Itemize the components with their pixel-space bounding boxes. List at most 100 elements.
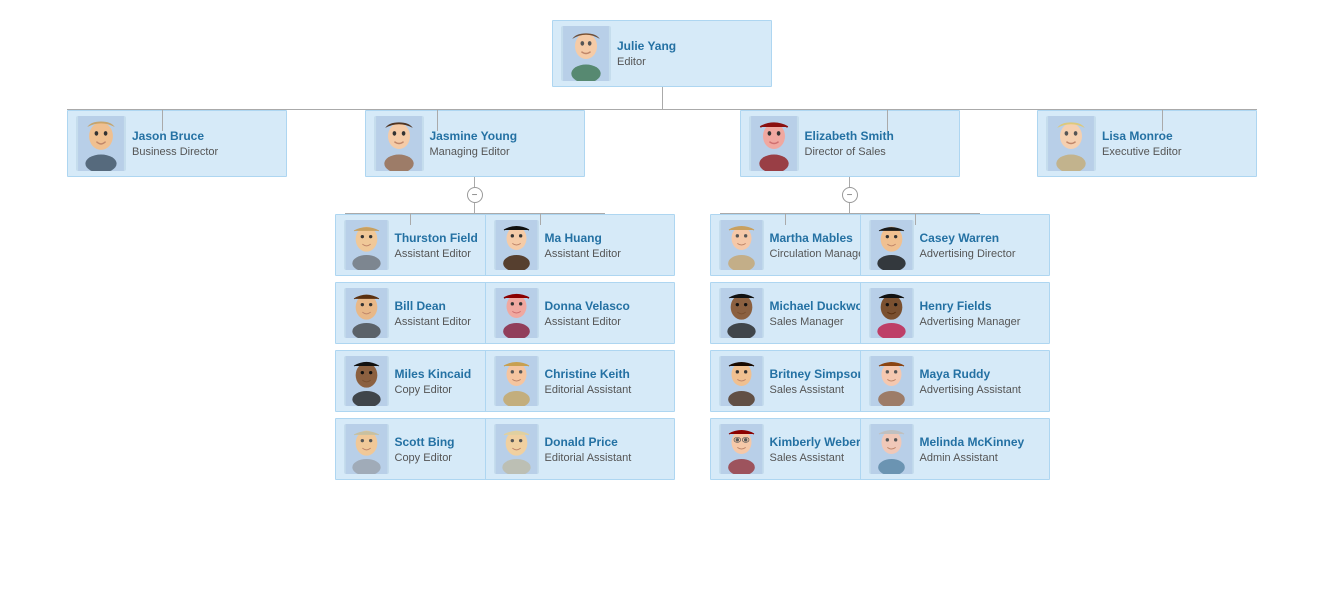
avatar-miles <box>344 356 389 406</box>
avatar-mahuang <box>494 220 539 270</box>
card-donald: Donald Price Editorial Assistant <box>485 418 675 480</box>
henry-face <box>869 288 914 338</box>
maya-name: Maya Ruddy <box>920 367 1022 381</box>
l1-hline <box>67 109 1257 110</box>
jason-name: Jason Bruce <box>132 129 218 143</box>
casey-name: Casey Warren <box>920 231 1016 245</box>
branch-jasmine: Jasmine Young Managing Editor − <box>287 110 662 480</box>
mahuang-info: Ma Huang Assistant Editor <box>545 231 621 260</box>
jasmine-col1: Thurston Field Assistant Editor <box>335 214 465 480</box>
bill-name: Bill Dean <box>395 299 471 313</box>
henry-title: Advertising Manager <box>920 316 1021 328</box>
donna-face <box>494 288 539 338</box>
avatar-scott <box>344 424 389 474</box>
l1-drop-1 <box>162 109 163 131</box>
maya-info: Maya Ruddy Advertising Assistant <box>920 367 1022 396</box>
l1-drop-2 <box>437 109 438 131</box>
miles-name: Miles Kincaid <box>395 367 472 381</box>
mahuang-title: Assistant Editor <box>545 248 621 260</box>
lisa-info: Lisa Monroe Executive Editor <box>1102 129 1181 158</box>
donna-name: Donna Velasco <box>545 299 630 313</box>
elizabeth-children: Martha Mables Circulation Manager <box>710 214 990 480</box>
miles-face <box>344 356 389 406</box>
card-maya: Maya Ruddy Advertising Assistant <box>860 350 1050 412</box>
card-elizabeth: Elizabeth Smith Director of Sales <box>740 110 960 177</box>
michael-face <box>719 288 764 338</box>
casey-face <box>869 220 914 270</box>
elizabeth-collapse[interactable]: − <box>842 187 858 203</box>
jasmine-vline1 <box>474 177 475 187</box>
avatar-jason <box>76 116 126 171</box>
scott-name: Scott Bing <box>395 435 455 449</box>
bill-title: Assistant Editor <box>395 316 471 328</box>
root-info: Julie Yang Editor <box>617 39 676 68</box>
scott-info: Scott Bing Copy Editor <box>395 435 455 464</box>
britney-face <box>719 356 764 406</box>
martha-name: Martha Mables <box>770 231 868 245</box>
jasmine-info: Jasmine Young Managing Editor <box>430 129 518 158</box>
mahuang-face <box>494 220 539 270</box>
bill-face <box>344 288 389 338</box>
kimberly-title: Sales Assistant <box>770 452 861 464</box>
avatar-elizabeth <box>749 116 799 171</box>
jasmine-name: Jasmine Young <box>430 129 518 143</box>
casey-info: Casey Warren Advertising Director <box>920 231 1016 260</box>
jasmine-vline2 <box>474 203 475 213</box>
miles-title: Copy Editor <box>395 384 472 396</box>
avatar-kimberly <box>719 424 764 474</box>
bill-info: Bill Dean Assistant Editor <box>395 299 471 328</box>
card-jason: Jason Bruce Business Director <box>67 110 287 177</box>
jasmine-hline <box>345 213 605 214</box>
avatar-henry <box>869 288 914 338</box>
jasmine-drop1 <box>410 213 411 225</box>
kimberly-name: Kimberly Weber <box>770 435 861 449</box>
henry-info: Henry Fields Advertising Manager <box>920 299 1021 328</box>
root-title: Editor <box>617 56 676 68</box>
jasmine-collapse[interactable]: − <box>467 187 483 203</box>
donald-info: Donald Price Editorial Assistant <box>545 435 632 464</box>
christine-name: Christine Keith <box>545 367 632 381</box>
britney-title: Sales Assistant <box>770 384 865 396</box>
avatar-donald <box>494 424 539 474</box>
avatar-martha <box>719 220 764 270</box>
jasmine-face <box>374 116 424 171</box>
card-casey: Casey Warren Advertising Director <box>860 214 1050 276</box>
jason-face <box>76 116 126 171</box>
avatar-casey <box>869 220 914 270</box>
avatar-maya <box>869 356 914 406</box>
elizabeth-col2: Casey Warren Advertising Director <box>860 214 990 480</box>
scott-face <box>344 424 389 474</box>
card-lisa: Lisa Monroe Executive Editor <box>1037 110 1257 177</box>
root-name: Julie Yang <box>617 39 676 53</box>
l1-drop-4 <box>1162 109 1163 131</box>
avatar-bill <box>344 288 389 338</box>
avatar-melinda <box>869 424 914 474</box>
root-card: Julie Yang Editor <box>552 20 772 87</box>
avatar-thurston <box>344 220 389 270</box>
avatar-britney <box>719 356 764 406</box>
thurston-face <box>344 220 389 270</box>
jason-info: Jason Bruce Business Director <box>132 129 218 158</box>
kimberly-face <box>719 424 764 474</box>
jasmine-drop2 <box>540 213 541 225</box>
l1-row: Jason Bruce Business Director <box>67 110 1257 480</box>
jasmine-col2: Ma Huang Assistant Editor <box>485 214 615 480</box>
elizabeth-drop2 <box>915 213 916 225</box>
donna-title: Assistant Editor <box>545 316 630 328</box>
henry-name: Henry Fields <box>920 299 1021 313</box>
card-donna: Donna Velasco Assistant Editor <box>485 282 675 344</box>
branch-lisa: Lisa Monroe Executive Editor <box>1037 110 1257 177</box>
christine-face <box>494 356 539 406</box>
donald-name: Donald Price <box>545 435 632 449</box>
elizabeth-info: Elizabeth Smith Director of Sales <box>805 129 894 158</box>
root-face-svg <box>561 26 611 81</box>
thurston-name: Thurston Field <box>395 231 478 245</box>
britney-name: Britney Simpson <box>770 367 865 381</box>
miles-info: Miles Kincaid Copy Editor <box>395 367 472 396</box>
scott-title: Copy Editor <box>395 452 455 464</box>
branch-jason: Jason Bruce Business Director <box>67 110 287 177</box>
lisa-title: Executive Editor <box>1102 146 1181 158</box>
thurston-info: Thurston Field Assistant Editor <box>395 231 478 260</box>
martha-title: Circulation Manager <box>770 248 868 260</box>
kimberly-info: Kimberly Weber Sales Assistant <box>770 435 861 464</box>
